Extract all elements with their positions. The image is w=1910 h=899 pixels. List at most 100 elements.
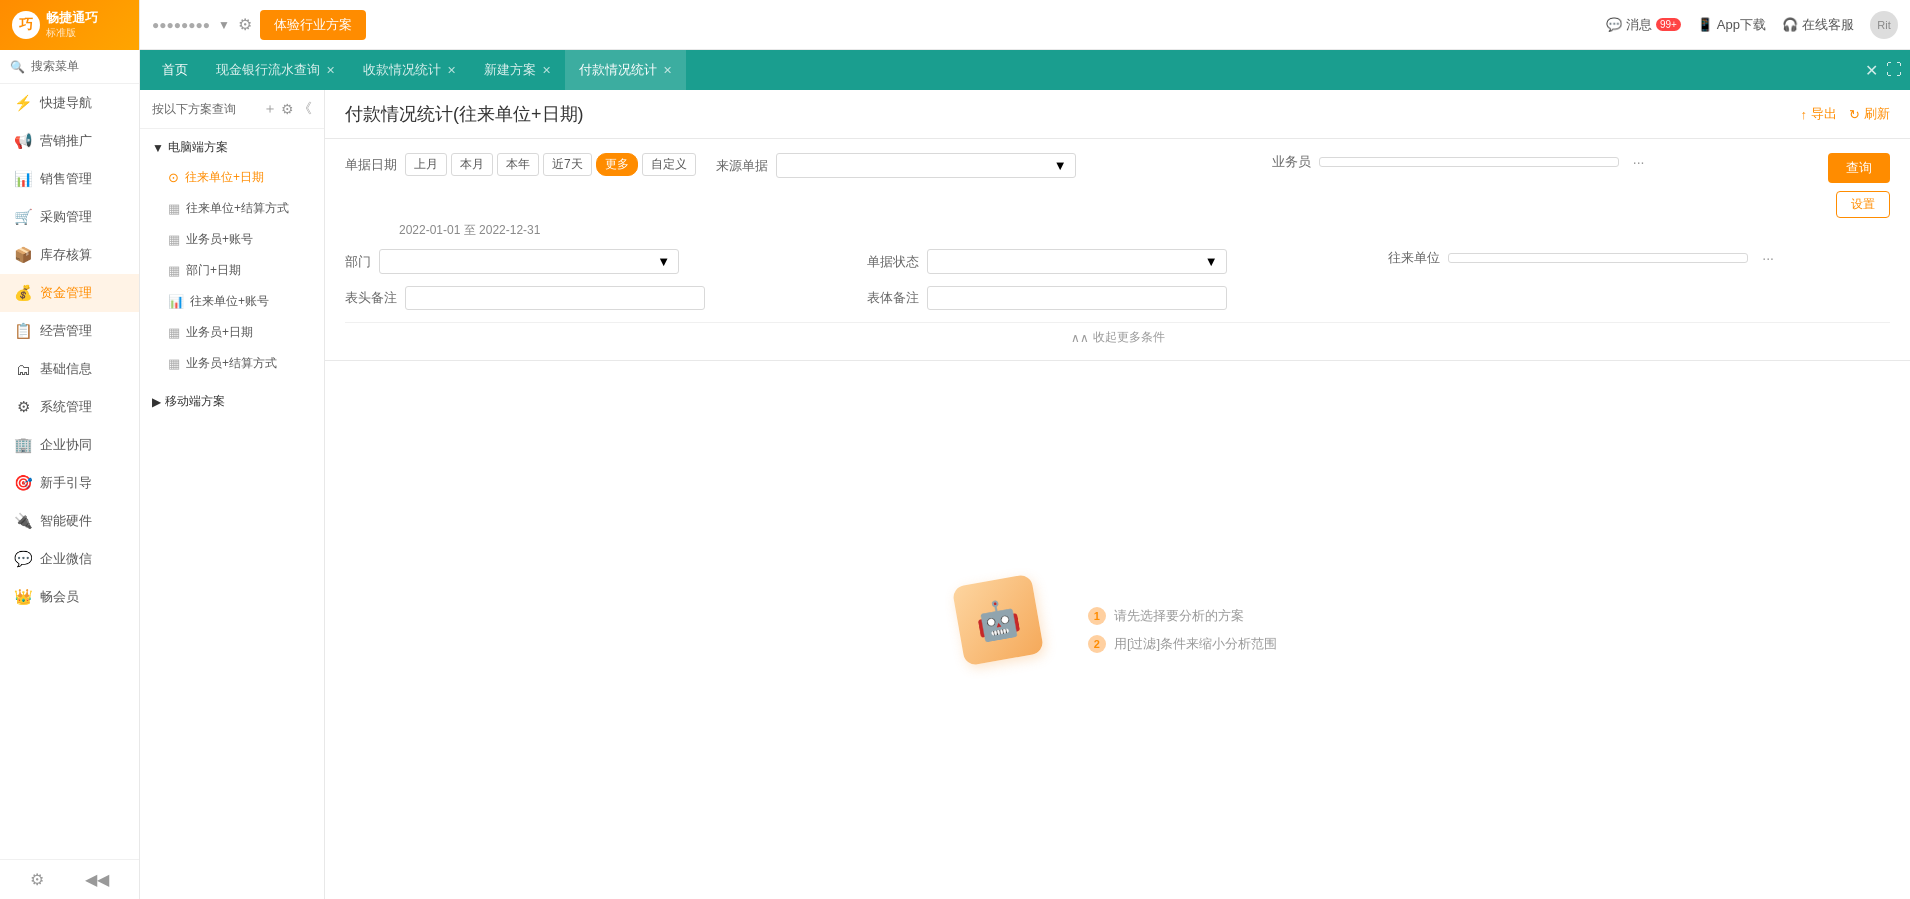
- page-header: 付款情况统计(往来单位+日期) ↑ 导出 ↻ 刷新: [325, 90, 1910, 139]
- sales-icon: 📊: [14, 170, 32, 188]
- scheme-icon-staff-settle: ▦: [168, 356, 180, 371]
- add-scheme-icon[interactable]: ＋: [263, 100, 277, 118]
- messages-item[interactable]: 💬 消息 99+: [1606, 16, 1681, 34]
- mobile-group-header[interactable]: ▶ 移动端方案: [140, 387, 324, 416]
- settings-button[interactable]: 设置: [1836, 191, 1890, 218]
- manage-scheme-icon[interactable]: ⚙: [281, 101, 294, 117]
- topbar-dropdown-icon[interactable]: ▼: [218, 18, 230, 32]
- scheme-item-staff-date[interactable]: ▦业务员+日期: [140, 317, 324, 348]
- scheme-item-staff-account[interactable]: ▦业务员+账号: [140, 224, 324, 255]
- sidebar-item-quick-nav[interactable]: ⚡快捷导航: [0, 84, 139, 122]
- tabbar-right: ✕ ⛶: [1865, 61, 1902, 80]
- collapse-panel-icon[interactable]: 《: [298, 100, 312, 118]
- page-header-actions: ↑ 导出 ↻ 刷新: [1801, 105, 1891, 123]
- scheme-item-partner-date[interactable]: ⊙往来单位+日期: [140, 162, 324, 193]
- staff-dots[interactable]: ···: [1633, 154, 1645, 170]
- refresh-button[interactable]: ↻ 刷新: [1849, 105, 1890, 123]
- sidebar-item-finance[interactable]: 💰 资金管理: [0, 274, 139, 312]
- close-all-tabs-icon[interactable]: ✕: [1865, 61, 1878, 80]
- settings-footer-icon[interactable]: ⚙: [30, 870, 44, 889]
- date-filter-item: 单据日期 上月本月本年近7天更多自定义: [345, 153, 696, 176]
- empty-tips: 1 请先选择要分析的方案 2 用[过滤]条件来缩小分析范围: [1088, 607, 1277, 653]
- sidebar-item-sales[interactable]: 📊销售管理: [0, 160, 139, 198]
- desktop-group-header[interactable]: ▼ 电脑端方案: [140, 133, 324, 162]
- sidebar-item-label-finance: 资金管理: [40, 284, 92, 302]
- user-avatar[interactable]: Rit: [1870, 11, 1898, 39]
- sidebar-item-label-guide: 新手引导: [40, 474, 92, 492]
- sidebar-item-hardware[interactable]: 🔌智能硬件: [0, 502, 139, 540]
- sidebar-item-basic[interactable]: 🗂基础信息: [0, 350, 139, 388]
- header-note-label: 表头备注: [345, 289, 397, 307]
- partner-dots[interactable]: ···: [1762, 250, 1774, 266]
- source-filter-item: 来源单据 ▼: [716, 153, 1252, 178]
- source-select[interactable]: ▼: [776, 153, 1076, 178]
- date-btn-上月[interactable]: 上月: [405, 153, 447, 176]
- date-btn-本年[interactable]: 本年: [497, 153, 539, 176]
- tab-close-new-scheme[interactable]: ✕: [542, 64, 551, 77]
- tab-bank[interactable]: 现金银行流水查询 ✕: [202, 50, 349, 90]
- scheme-label-staff-account: 业务员+账号: [186, 231, 253, 248]
- tab-close-payable[interactable]: ✕: [663, 64, 672, 77]
- topbar-gear-icon[interactable]: ⚙: [238, 15, 252, 34]
- doc-status-label: 单据状态: [867, 253, 919, 271]
- date-btn-自定义[interactable]: 自定义: [642, 153, 696, 176]
- sidebar-item-operations[interactable]: 📋经营管理: [0, 312, 139, 350]
- online-service-item[interactable]: 🎧 在线客服: [1782, 16, 1854, 34]
- expand-tab-icon[interactable]: ⛶: [1886, 61, 1902, 79]
- tab-receivable[interactable]: 收款情况统计✕: [349, 50, 470, 90]
- refresh-icon: ↻: [1849, 107, 1860, 122]
- logo-sub: 标准版: [46, 26, 98, 40]
- sidebar-item-enterprise[interactable]: 🏢企业协同: [0, 426, 139, 464]
- sidebar-header: 巧 畅捷通巧 标准版: [0, 0, 139, 50]
- sidebar-item-inventory[interactable]: 📦库存核算: [0, 236, 139, 274]
- sidebar-item-weixin[interactable]: 💬企业微信: [0, 540, 139, 578]
- collapse-sidebar-icon[interactable]: ◀◀: [85, 870, 109, 889]
- finance-icon: 💰: [14, 284, 32, 302]
- dept-select[interactable]: ▼: [379, 249, 679, 274]
- scheme-item-partner-settle[interactable]: ▦往来单位+结算方式: [140, 193, 324, 224]
- app-download-item[interactable]: 📱 App下载: [1697, 16, 1766, 34]
- body-note-input[interactable]: [927, 286, 1227, 310]
- query-button[interactable]: 查询: [1828, 153, 1890, 183]
- purchase-icon: 🛒: [14, 208, 32, 226]
- tab-home[interactable]: 首页: [148, 61, 202, 79]
- scheme-item-staff-settle[interactable]: ▦业务员+结算方式: [140, 348, 324, 379]
- scheme-item-partner-account[interactable]: 📊往来单位+账号: [140, 286, 324, 317]
- staff-filter-item: 业务员 ···: [1272, 153, 1808, 171]
- collapse-filter-btn[interactable]: ∧∧ 收起更多条件: [345, 322, 1890, 352]
- date-btn-更多[interactable]: 更多: [596, 153, 638, 176]
- trial-button[interactable]: 体验行业方案: [260, 10, 366, 40]
- sidebar-item-purchase[interactable]: 🛒采购管理: [0, 198, 139, 236]
- operations-icon: 📋: [14, 322, 32, 340]
- date-btn-近7天[interactable]: 近7天: [543, 153, 592, 176]
- tab-new-scheme[interactable]: 新建方案 ✕: [470, 50, 565, 90]
- doc-status-select[interactable]: ▼: [927, 249, 1227, 274]
- date-btn-本月[interactable]: 本月: [451, 153, 493, 176]
- sidebar-item-marketing[interactable]: 📢营销推广: [0, 122, 139, 160]
- left-panel-header: 按以下方案查询 ＋ ⚙ 《: [140, 90, 324, 129]
- tab-payable[interactable]: 付款情况统计✕: [565, 50, 686, 90]
- quick-nav-icon: ⚡: [14, 94, 32, 112]
- tab-label-new-scheme: 新建方案: [484, 61, 536, 79]
- tab-close-receivable[interactable]: ✕: [447, 64, 456, 77]
- search-menu[interactable]: 🔍 搜索菜单: [0, 50, 139, 84]
- sidebar-item-member[interactable]: 👑畅会员: [0, 578, 139, 616]
- scheme-item-dept-date[interactable]: ▦部门+日期: [140, 255, 324, 286]
- tab-label-bank: 现金银行流水查询: [216, 61, 320, 79]
- sidebar-item-guide[interactable]: 🎯新手引导: [0, 464, 139, 502]
- right-content: 付款情况统计(往来单位+日期) ↑ 导出 ↻ 刷新 单: [325, 90, 1910, 899]
- doc-status-filter-item: 单据状态 ▼: [867, 249, 1369, 274]
- partner-select[interactable]: [1448, 253, 1748, 263]
- app-download-label: App下载: [1717, 16, 1766, 34]
- messages-label: 消息: [1626, 16, 1652, 34]
- sidebar-item-system[interactable]: ⚙系统管理: [0, 388, 139, 426]
- sidebar-item-label-inventory: 库存核算: [40, 246, 92, 264]
- filter-row-1: 单据日期 上月本月本年近7天更多自定义 来源单据 ▼ 业务员: [345, 153, 1890, 218]
- scheme-label-staff-date: 业务员+日期: [186, 324, 253, 341]
- header-note-item: 表头备注: [345, 286, 847, 310]
- export-button[interactable]: ↑ 导出: [1801, 105, 1838, 123]
- header-note-input[interactable]: [405, 286, 705, 310]
- staff-select[interactable]: [1319, 157, 1619, 167]
- topbar-right: 💬 消息 99+ 📱 App下载 🎧 在线客服 Rit: [1606, 11, 1898, 39]
- tab-close-bank[interactable]: ✕: [326, 64, 335, 77]
